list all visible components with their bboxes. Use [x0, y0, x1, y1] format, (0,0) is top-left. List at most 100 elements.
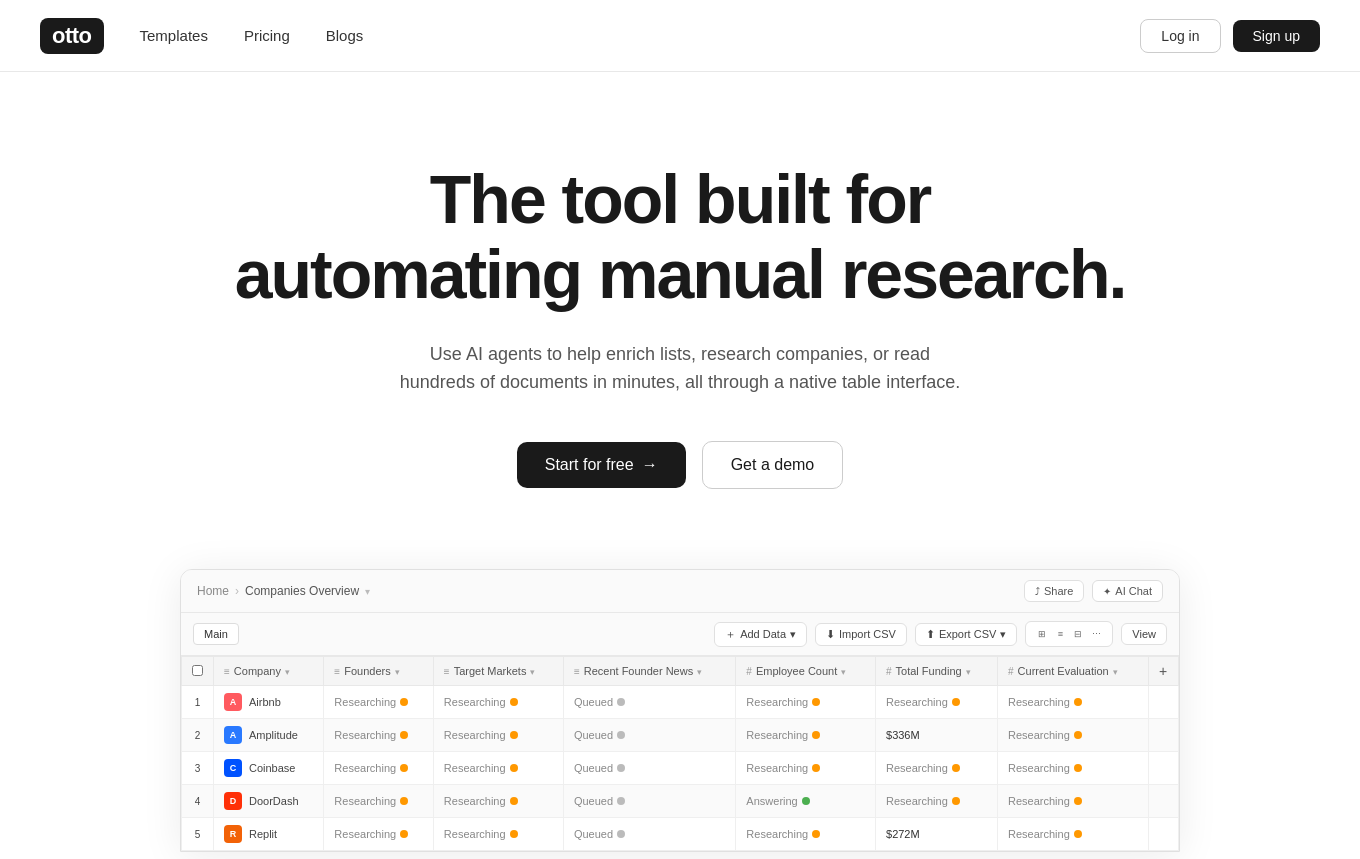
share-button[interactable]: ⤴ Share — [1024, 580, 1084, 602]
table-row: 1 A Airbnb Researching Researching Queue… — [182, 686, 1179, 719]
row-add — [1149, 719, 1179, 752]
company-logo: C — [224, 759, 242, 777]
company-cell: C Coinbase — [214, 752, 324, 785]
col-total-funding: #Total Funding▾ — [876, 657, 998, 686]
row-number: 4 — [182, 785, 214, 818]
row-number: 3 — [182, 752, 214, 785]
chevron-down-icon: ▾ — [365, 586, 370, 597]
hero-subtitle: Use AI agents to help enrich lists, rese… — [390, 340, 970, 398]
founder-news-cell: Queued — [563, 719, 735, 752]
hero-title: The tool built for automating manual res… — [235, 162, 1126, 312]
row-add — [1149, 785, 1179, 818]
demo-window: Home › Companies Overview ▾ ⤴ Share ✦ AI… — [180, 569, 1180, 852]
company-cell: A Airbnb — [214, 686, 324, 719]
chevron-down-icon: ▾ — [790, 628, 796, 641]
nav-templates[interactable]: Templates — [140, 27, 208, 44]
get-demo-button[interactable]: Get a demo — [702, 441, 844, 489]
col-company: ≡Company▾ — [214, 657, 324, 686]
row-number: 1 — [182, 686, 214, 719]
total-funding-cell: Researching — [876, 752, 998, 785]
current-eval-cell: Researching — [998, 818, 1149, 851]
founder-news-cell: Queued — [563, 686, 735, 719]
nav-pricing[interactable]: Pricing — [244, 27, 290, 44]
employee-count-cell: Researching — [736, 818, 876, 851]
founders-cell: Researching — [324, 719, 433, 752]
start-free-button[interactable]: Start for free → — [517, 442, 686, 488]
founders-cell: Researching — [324, 785, 433, 818]
company-logo: A — [224, 726, 242, 744]
col-recent-news: ≡Recent Founder News▾ — [563, 657, 735, 686]
grid-icon: ⊞ — [1034, 626, 1050, 642]
company-name: Airbnb — [249, 696, 281, 708]
select-all-checkbox[interactable] — [192, 665, 203, 676]
login-button[interactable]: Log in — [1140, 19, 1220, 53]
row-add — [1149, 818, 1179, 851]
nav-left: otto Templates Pricing Blogs — [40, 18, 363, 54]
current-eval-cell: Researching — [998, 719, 1149, 752]
list-icon: ≡ — [1052, 626, 1068, 642]
import-icon: ⬇ — [826, 628, 835, 641]
export-csv-button[interactable]: ⬆ Export CSV ▾ — [915, 623, 1017, 646]
row-number: 2 — [182, 719, 214, 752]
table-row: 5 R Replit Researching Researching Queue… — [182, 818, 1179, 851]
ai-icon: ✦ — [1103, 586, 1111, 597]
target-markets-cell: Researching — [433, 785, 563, 818]
total-funding-cell: $272M — [876, 818, 998, 851]
nav-right: Log in Sign up — [1140, 19, 1320, 53]
company-name: Replit — [249, 828, 277, 840]
share-icon: ⤴ — [1035, 586, 1040, 597]
row-number: 5 — [182, 818, 214, 851]
table-row: 3 C Coinbase Researching Researching Que… — [182, 752, 1179, 785]
col-founders: ≡Founders▾ — [324, 657, 433, 686]
data-table: ≡Company▾ ≡Founders▾ ≡Target Markets▾ ≡R… — [181, 656, 1179, 851]
import-csv-button[interactable]: ⬇ Import CSV — [815, 623, 907, 646]
employee-count-cell: Researching — [736, 719, 876, 752]
company-cell: A Amplitude — [214, 719, 324, 752]
total-funding-cell: Researching — [876, 785, 998, 818]
target-markets-cell: Researching — [433, 719, 563, 752]
company-name: Amplitude — [249, 729, 298, 741]
breadcrumb: Home › Companies Overview ▾ — [197, 584, 370, 598]
add-data-button[interactable]: ＋ Add Data ▾ — [714, 622, 807, 647]
nav-blogs[interactable]: Blogs — [326, 27, 364, 44]
navigation: otto Templates Pricing Blogs Log in Sign… — [0, 0, 1360, 72]
total-funding-cell: Researching — [876, 686, 998, 719]
signup-button[interactable]: Sign up — [1233, 20, 1320, 52]
ai-chat-button[interactable]: ✦ AI Chat — [1092, 580, 1163, 602]
chart-icon: ⊟ — [1070, 626, 1086, 642]
col-employee-count: #Employee Count▾ — [736, 657, 876, 686]
chevron-down-icon: ▾ — [1000, 628, 1006, 641]
breadcrumb-sep: › — [235, 584, 239, 598]
demo-toolbar: Main ＋ Add Data ▾ ⬇ Import CSV ⬆ Export … — [181, 613, 1179, 656]
row-add — [1149, 752, 1179, 785]
current-eval-cell: Researching — [998, 752, 1149, 785]
company-name: Coinbase — [249, 762, 295, 774]
founder-news-cell: Queued — [563, 785, 735, 818]
col-current-eval: #Current Evaluation▾ — [998, 657, 1149, 686]
employee-count-cell: Researching — [736, 752, 876, 785]
founders-cell: Researching — [324, 752, 433, 785]
dots-icon: ⋯ — [1088, 626, 1104, 642]
col-add[interactable]: + — [1149, 657, 1179, 686]
founder-news-cell: Queued — [563, 818, 735, 851]
target-markets-cell: Researching — [433, 818, 563, 851]
view-button[interactable]: View — [1121, 623, 1167, 645]
company-logo: D — [224, 792, 242, 810]
col-target-markets: ≡Target Markets▾ — [433, 657, 563, 686]
row-add — [1149, 686, 1179, 719]
arrow-icon: → — [642, 456, 658, 474]
current-eval-cell: Researching — [998, 686, 1149, 719]
topbar-actions: ⤴ Share ✦ AI Chat — [1024, 580, 1163, 602]
table-container: ≡Company▾ ≡Founders▾ ≡Target Markets▾ ≡R… — [181, 656, 1179, 851]
company-cell: R Replit — [214, 818, 324, 851]
view-toggle[interactable]: ⊞ ≡ ⊟ ⋯ — [1025, 621, 1113, 647]
founders-cell: Researching — [324, 686, 433, 719]
demo-topbar: Home › Companies Overview ▾ ⤴ Share ✦ AI… — [181, 570, 1179, 613]
logo[interactable]: otto — [40, 18, 104, 54]
tab-main[interactable]: Main — [193, 623, 239, 645]
employee-count-cell: Researching — [736, 686, 876, 719]
table-row: 2 A Amplitude Researching Researching Qu… — [182, 719, 1179, 752]
company-logo: A — [224, 693, 242, 711]
employee-count-cell: Answering — [736, 785, 876, 818]
founders-cell: Researching — [324, 818, 433, 851]
